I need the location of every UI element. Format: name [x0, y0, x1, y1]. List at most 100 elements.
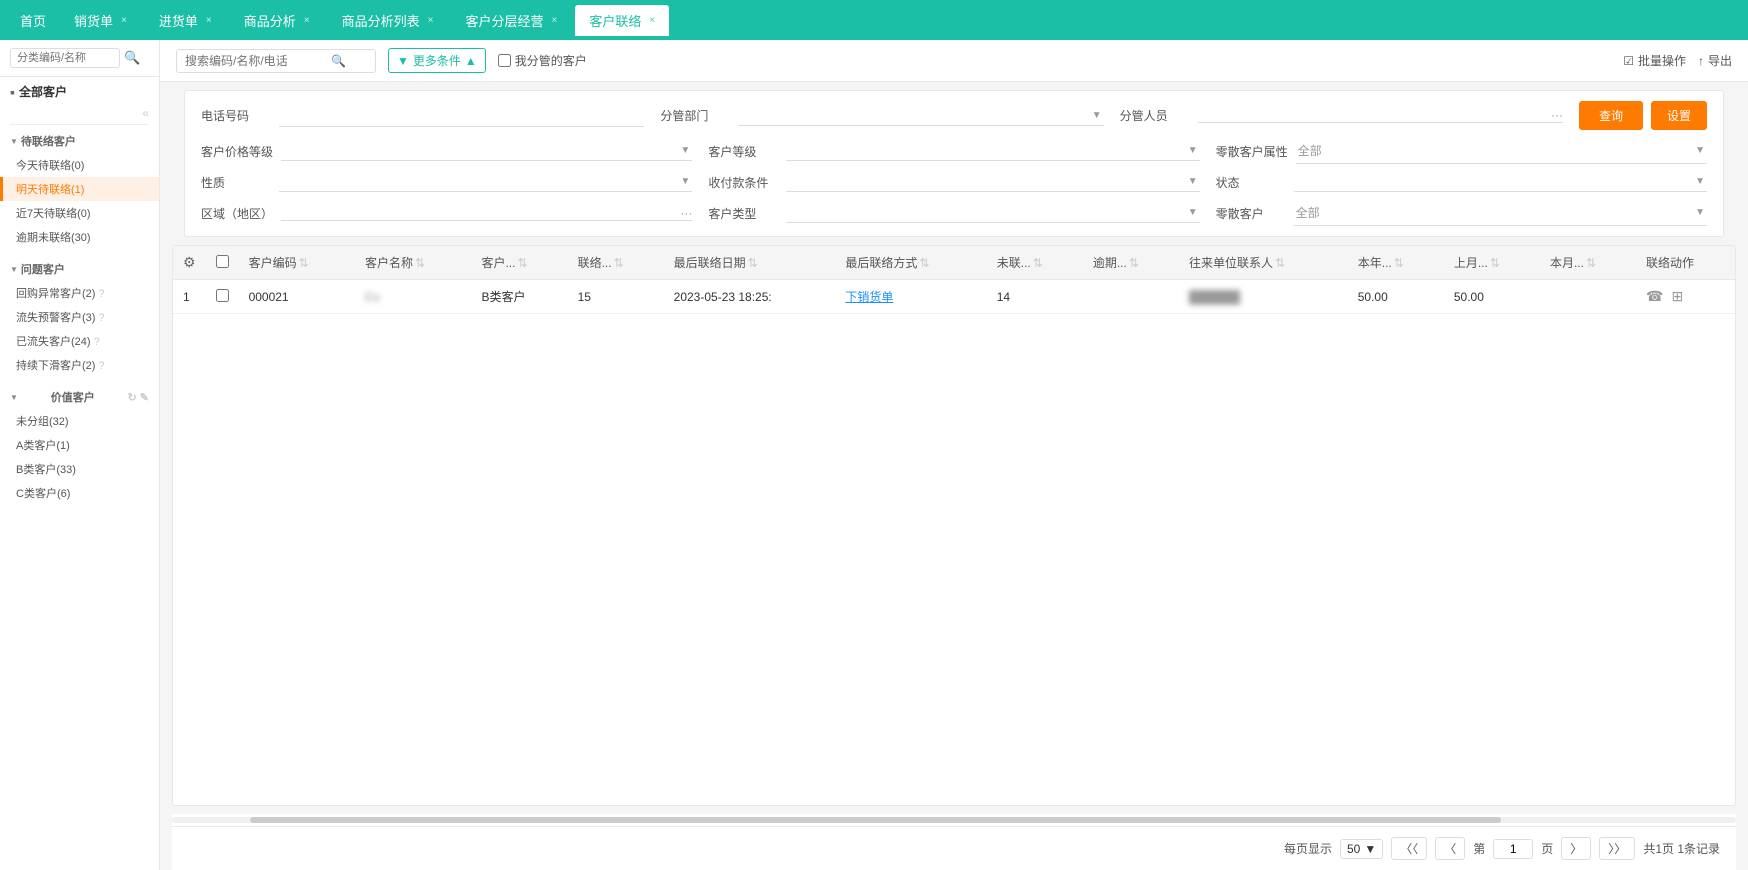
page-number-input[interactable]	[1493, 839, 1533, 859]
sidebar-item-declining[interactable]: 持续下滑客户(2) ?	[0, 353, 159, 377]
sort-icon[interactable]: ⇅	[919, 256, 929, 270]
last-page-btn[interactable]: 〉〉	[1599, 837, 1635, 860]
sidebar-item-b-class[interactable]: B类客户(33)	[0, 457, 159, 481]
sidebar-item-today[interactable]: 今天待联络(0)	[0, 153, 159, 177]
sort-icon[interactable]: ⇅	[1394, 256, 1404, 270]
filter-phone-input[interactable]	[279, 104, 644, 127]
chevron-down-icon: ▼	[1188, 207, 1198, 218]
th-checkbox[interactable]	[206, 246, 239, 280]
search-input-wrap[interactable]: 🔍	[176, 49, 376, 73]
nav-home[interactable]: 首页	[10, 5, 56, 36]
filter-nature-select[interactable]: ▼	[279, 172, 692, 192]
close-icon[interactable]: ×	[206, 15, 212, 26]
close-icon[interactable]: ×	[551, 15, 557, 26]
sidebar-cat-title-problem[interactable]: 问题客户	[0, 257, 159, 281]
chevron-down-icon: ▼	[1695, 176, 1705, 187]
scrollbar-track	[172, 817, 1736, 823]
export-btn[interactable]: ↑ 导出	[1698, 52, 1732, 69]
batch-operation-btn[interactable]: ☑ 批量操作	[1623, 52, 1686, 69]
right-actions: ☑ 批量操作 ↑ 导出	[1623, 52, 1732, 69]
sidebar-collapse-icon[interactable]: «	[142, 106, 149, 120]
sidebar-cat-title-value[interactable]: 价值客户 ↻ ✎	[0, 385, 159, 409]
filter-payment-select[interactable]: ▼	[786, 172, 1199, 192]
sort-icon[interactable]: ⇅	[748, 256, 758, 270]
next-page-btn[interactable]: 〉	[1561, 837, 1591, 860]
search-input[interactable]	[185, 54, 325, 68]
sort-icon[interactable]: ⇅	[517, 256, 527, 270]
sidebar-item-at-risk[interactable]: 流失预警客户(3) ?	[0, 305, 159, 329]
query-button[interactable]: 查询	[1579, 101, 1643, 130]
ellipsis-icon[interactable]: ···	[1551, 108, 1563, 122]
filter-status-select[interactable]: ▼	[1294, 172, 1707, 192]
scrollbar-thumb[interactable]	[250, 817, 1501, 823]
td-checkbox[interactable]	[206, 280, 239, 314]
nav-item-4[interactable]: 客户分层经营 ×	[451, 5, 571, 36]
nav-item-5[interactable]: 客户联络 ×	[575, 5, 669, 36]
select-all-checkbox[interactable]	[216, 255, 229, 268]
sidebar-item-7days[interactable]: 近7天待联络(0)	[0, 201, 159, 225]
more-conditions-btn[interactable]: ▼ 更多条件 ▲	[388, 48, 486, 73]
value-category-icons[interactable]: ↻ ✎	[127, 391, 149, 404]
last-contact-method-link[interactable]: 下销货单	[845, 290, 893, 304]
sidebar-item-tomorrow[interactable]: 明天待联络(1)	[0, 177, 159, 201]
filter-dept-select[interactable]: ▼	[738, 106, 1103, 126]
ellipsis-icon[interactable]: ···	[680, 206, 692, 220]
sort-icon[interactable]: ⇅	[614, 256, 624, 270]
reset-button[interactable]: 设置	[1651, 101, 1707, 130]
sort-icon[interactable]: ⇅	[1275, 256, 1285, 270]
my-customers-check-input[interactable]	[498, 54, 511, 67]
filter-retail-attr-select[interactable]: 全部 ▼	[1296, 138, 1707, 164]
close-icon[interactable]: ×	[649, 15, 655, 26]
chevron-down-icon: ▼	[680, 176, 690, 187]
grid-action-icon[interactable]: ⊞	[1671, 288, 1683, 305]
nav-item-0[interactable]: 销货单 ×	[60, 5, 141, 36]
close-icon[interactable]: ×	[121, 15, 127, 26]
sidebar-search-input[interactable]	[10, 48, 120, 68]
sort-icon[interactable]: ⇅	[1033, 256, 1043, 270]
filter-region-select[interactable]: ···	[281, 206, 692, 221]
td-last-contact-date: 2023-05-23 18:25:	[664, 280, 836, 314]
first-page-btn[interactable]: 〈〈	[1391, 837, 1427, 860]
sidebar-item-overdue[interactable]: 逾期未联络(30)	[0, 225, 159, 249]
filter-retail-customer-label: 零散客户	[1216, 205, 1286, 222]
filter-row-3: 性质 ▼ 收付款条件 ▼ 状态 ▼	[201, 172, 1707, 192]
sort-icon[interactable]: ⇅	[1129, 256, 1139, 270]
nav-item-3[interactable]: 商品分析列表 ×	[328, 5, 448, 36]
page-size-select[interactable]: 50 ▼	[1340, 839, 1383, 859]
sidebar-cat-title-pending[interactable]: 待联络客户	[0, 129, 159, 153]
sort-icon[interactable]: ⇅	[1490, 256, 1500, 270]
horizontal-scrollbar-area	[172, 814, 1736, 826]
sidebar-item-lost[interactable]: 已流失客户(24) ?	[0, 329, 159, 353]
sidebar-item-c-class[interactable]: C类客户(6)	[0, 481, 159, 505]
prev-page-btn[interactable]: 〈	[1435, 837, 1465, 860]
sidebar-item-abnormal[interactable]: 回购异常客户(2) ?	[0, 281, 159, 305]
sort-icon[interactable]: ⇅	[1586, 256, 1596, 270]
sidebar-all-customers[interactable]: 全部客户	[0, 77, 159, 106]
sort-icon[interactable]: ⇅	[415, 256, 425, 270]
filter-price-grade: 客户价格等级 ▼	[201, 141, 692, 161]
sort-icon[interactable]: ⇅	[299, 256, 309, 270]
content-area: 🔍 ▼ 更多条件 ▲ 我分管的客户 ☑ 批量操作 ↑ 导出	[160, 40, 1748, 870]
settings-icon[interactable]: ⚙	[183, 254, 196, 270]
contact-person-blurred: ██████	[1189, 290, 1240, 304]
chevron-down-icon: ▼	[1695, 207, 1705, 218]
search-icon[interactable]: 🔍	[331, 54, 346, 68]
nav-item-2[interactable]: 商品分析 ×	[230, 5, 324, 36]
sidebar-item-ungrouped[interactable]: 未分组(32)	[0, 409, 159, 433]
filter-retail-customer-select[interactable]: 全部 ▼	[1294, 200, 1707, 226]
filter-price-grade-select[interactable]: ▼	[281, 141, 692, 161]
close-icon[interactable]: ×	[428, 15, 434, 26]
sidebar-item-a-class[interactable]: A类客户(1)	[0, 433, 159, 457]
close-icon[interactable]: ×	[304, 15, 310, 26]
my-customers-checkbox[interactable]: 我分管的客户	[498, 52, 587, 69]
phone-action-icon[interactable]: ☎	[1646, 288, 1663, 305]
nav-item-1[interactable]: 进货单 ×	[145, 5, 226, 36]
sidebar-search-icon[interactable]: 🔍	[124, 50, 140, 66]
th-settings[interactable]: ⚙	[173, 246, 206, 280]
td-this-month	[1540, 280, 1636, 314]
filter-person-select[interactable]: ···	[1198, 108, 1563, 123]
row-checkbox[interactable]	[216, 289, 229, 302]
filter-customer-grade-select[interactable]: ▼	[786, 141, 1199, 161]
filter-customer-type-select[interactable]: ▼	[786, 203, 1199, 223]
checkbox-icon: ☑	[1623, 54, 1634, 68]
